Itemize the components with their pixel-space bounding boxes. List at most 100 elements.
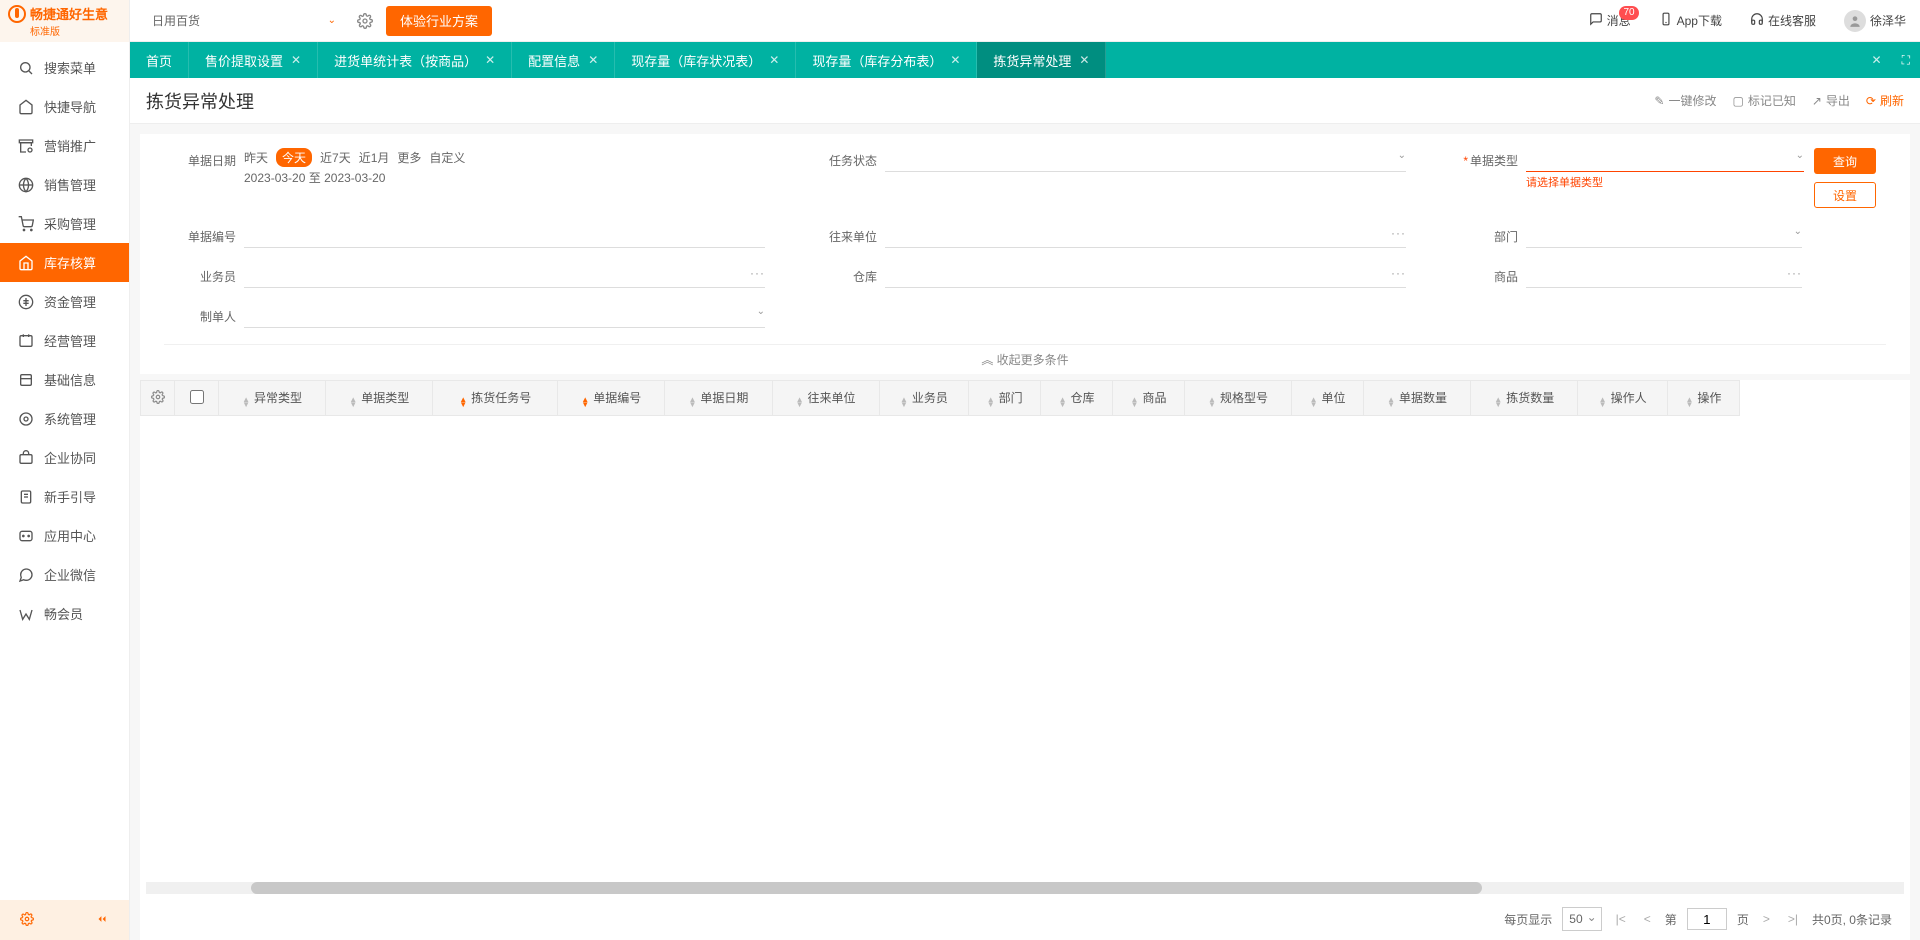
chevron-down-icon[interactable]: ⌄ [1794, 226, 1802, 237]
page-input[interactable] [1687, 908, 1727, 930]
nav-item-base[interactable]: 基础信息 [0, 360, 129, 399]
table-scroll[interactable]: ▲▼异常类型▲▼单据类型▲▼拣货任务号▲▼单据编号▲▼单据日期▲▼往来单位▲▼业… [140, 380, 1910, 878]
input-partner[interactable] [885, 224, 1406, 248]
tab-0[interactable]: 首页 [130, 42, 189, 78]
column-header-13[interactable]: ▲▼拣货数量 [1471, 381, 1578, 416]
search-button[interactable]: 查询 [1814, 148, 1876, 174]
column-header-15[interactable]: ▲▼操作 [1667, 381, 1739, 416]
column-header-1[interactable]: ▲▼单据类型 [326, 381, 433, 416]
pager-last-icon[interactable]: >| [1784, 912, 1802, 926]
tabs-close-all-icon[interactable]: ✕ [1862, 53, 1892, 67]
per-page-select[interactable]: 50 [1562, 907, 1601, 931]
tab-2[interactable]: 进货单统计表（按商品）✕ [318, 42, 512, 78]
fullscreen-icon[interactable]: ⛶ [1892, 53, 1920, 68]
header-service[interactable]: 在线客服 [1750, 12, 1816, 29]
nav-item-wecom[interactable]: 企业微信 [0, 555, 129, 594]
date-quick-4[interactable]: 更多 [397, 149, 421, 166]
action-export[interactable]: ↗ 导出 [1812, 92, 1850, 109]
tab-close-icon[interactable]: ✕ [1079, 53, 1089, 67]
action-refresh[interactable]: ⟳ 刷新 [1866, 92, 1904, 109]
tab-1[interactable]: 售价提取设置✕ [189, 42, 318, 78]
nav-item-guide[interactable]: 新手引导 [0, 477, 129, 516]
pager-next-icon[interactable]: > [1759, 912, 1774, 926]
column-header-11[interactable]: ▲▼单位 [1292, 381, 1364, 416]
pager-first-icon[interactable]: |< [1612, 912, 1630, 926]
more-icon[interactable]: ··· [1391, 266, 1406, 280]
tab-close-icon[interactable]: ✕ [950, 53, 960, 67]
select-all-checkbox[interactable] [190, 390, 204, 404]
more-icon[interactable]: ··· [750, 266, 765, 280]
tab-5[interactable]: 现存量（库存分布表）✕ [796, 42, 977, 78]
column-header-7[interactable]: ▲▼部门 [969, 381, 1041, 416]
column-header-6[interactable]: ▲▼业务员 [879, 381, 969, 416]
tab-3[interactable]: 配置信息✕ [512, 42, 615, 78]
date-quick-2[interactable]: 近7天 [320, 149, 351, 166]
category-dropdown[interactable]: 日用百货 ⌄ [144, 7, 344, 35]
column-header-2[interactable]: ▲▼拣货任务号 [433, 381, 558, 416]
scrollbar-thumb[interactable] [251, 882, 1482, 894]
chevron-down-icon[interactable]: ⌄ [1398, 150, 1406, 161]
input-doc-type[interactable] [1526, 148, 1804, 172]
column-header-12[interactable]: ▲▼单据数量 [1364, 381, 1471, 416]
column-header-5[interactable]: ▲▼往来单位 [772, 381, 879, 416]
nav-item-sales[interactable]: 销售管理 [0, 165, 129, 204]
nav-item-apps[interactable]: 应用中心 [0, 516, 129, 555]
input-salesman[interactable] [244, 264, 765, 288]
date-quick-5[interactable]: 自定义 [429, 149, 465, 166]
column-header-9[interactable]: ▲▼商品 [1113, 381, 1185, 416]
input-dept[interactable] [1526, 224, 1802, 248]
label-date: 单据日期 [164, 148, 236, 169]
logo: 畅捷通好生意 标准版 [0, 0, 129, 42]
nav-item-member[interactable]: 畅会员 [0, 594, 129, 633]
collapse-filters[interactable]: ︽ 收起更多条件 [164, 344, 1886, 374]
header-messages[interactable]: 消息 70 [1589, 12, 1631, 29]
column-header-4[interactable]: ▲▼单据日期 [665, 381, 772, 416]
nav-item-inventory[interactable]: 库存核算 [0, 243, 129, 282]
input-warehouse[interactable] [885, 264, 1406, 288]
chevron-down-icon[interactable]: ⌄ [757, 306, 765, 317]
tab-close-icon[interactable]: ✕ [588, 53, 598, 67]
more-icon[interactable]: ··· [1391, 226, 1406, 240]
horizontal-scrollbar[interactable] [146, 882, 1904, 894]
action-batch-edit[interactable]: ✎ 一键修改 [1654, 92, 1716, 109]
more-icon[interactable]: ··· [1787, 266, 1802, 280]
tab-close-icon[interactable]: ✕ [291, 53, 301, 67]
settings-button[interactable]: 设置 [1814, 182, 1876, 208]
pager-prev-icon[interactable]: < [1640, 912, 1655, 926]
date-quick-0[interactable]: 昨天 [244, 149, 268, 166]
column-header-14[interactable]: ▲▼操作人 [1578, 381, 1668, 416]
nav-item-purchase[interactable]: 采购管理 [0, 204, 129, 243]
tab-6[interactable]: 拣货异常处理✕ [977, 42, 1106, 78]
sidebar-settings-icon[interactable] [20, 912, 34, 929]
input-task-status[interactable] [885, 148, 1406, 172]
column-header-3[interactable]: ▲▼单据编号 [558, 381, 665, 416]
tab-4[interactable]: 现存量（库存状况表）✕ [615, 42, 796, 78]
input-goods[interactable] [1526, 264, 1802, 288]
nav-item-search[interactable]: 搜索菜单 [0, 48, 129, 87]
action-mark-known[interactable]: ▢ 标记已知 [1732, 92, 1795, 109]
header-download[interactable]: App下载 [1659, 12, 1722, 29]
nav-item-operate[interactable]: 经营管理 [0, 321, 129, 360]
column-header-10[interactable]: ▲▼规格型号 [1184, 381, 1291, 416]
column-settings-header[interactable] [141, 381, 175, 416]
nav-label: 经营管理 [44, 331, 96, 350]
tab-close-icon[interactable]: ✕ [769, 53, 779, 67]
nav-item-system[interactable]: 系统管理 [0, 399, 129, 438]
column-header-0[interactable]: ▲▼异常类型 [219, 381, 326, 416]
input-doc-no[interactable] [244, 224, 765, 248]
nav-item-marketing[interactable]: 营销推广 [0, 126, 129, 165]
chevron-down-icon[interactable]: ⌄ [1796, 150, 1804, 161]
nav-item-funds[interactable]: 资金管理 [0, 282, 129, 321]
header-gear-icon[interactable] [354, 10, 376, 32]
nav-item-quick[interactable]: 快捷导航 [0, 87, 129, 126]
tab-close-icon[interactable]: ✕ [485, 53, 495, 67]
sidebar-collapse-icon[interactable] [95, 912, 109, 929]
column-header-8[interactable]: ▲▼仓库 [1041, 381, 1113, 416]
try-plan-button[interactable]: 体验行业方案 [386, 6, 492, 36]
input-creator[interactable] [244, 304, 765, 328]
nav-label: 营销推广 [44, 136, 96, 155]
nav-item-coop[interactable]: 企业协同 [0, 438, 129, 477]
header-user[interactable]: 徐泽华 [1844, 10, 1906, 32]
date-quick-1[interactable]: 今天 [276, 148, 312, 167]
date-quick-3[interactable]: 近1月 [359, 149, 390, 166]
